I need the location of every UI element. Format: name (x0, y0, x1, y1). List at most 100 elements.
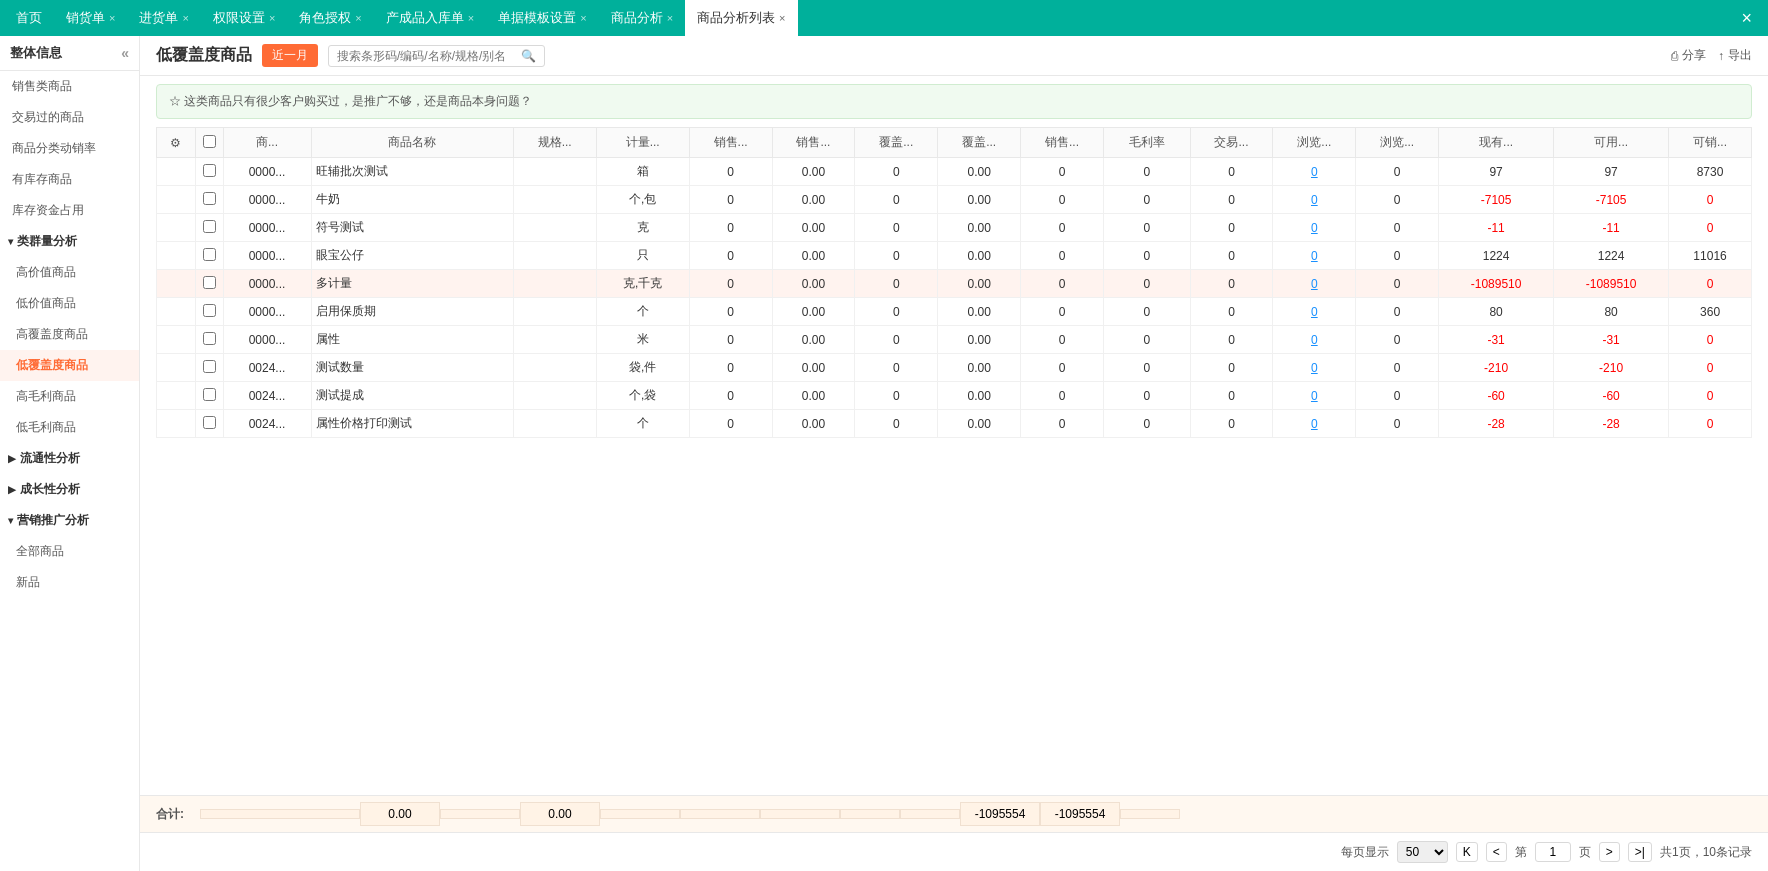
search-icon[interactable]: 🔍 (521, 49, 536, 63)
close-icon[interactable]: × (779, 12, 785, 24)
column-cover1[interactable]: 覆盖... (855, 128, 938, 158)
row-checkbox[interactable] (195, 326, 223, 354)
column-current-stock[interactable]: 现有... (1439, 128, 1554, 158)
column-sales-amt[interactable]: 销售... (772, 128, 855, 158)
column-code[interactable]: 商... (223, 128, 311, 158)
row-browse1[interactable]: 0 (1273, 158, 1356, 186)
first-page-button[interactable]: K (1456, 842, 1478, 862)
select-all-checkbox[interactable] (203, 135, 216, 148)
close-icon[interactable]: × (580, 12, 586, 24)
close-icon[interactable]: × (269, 12, 275, 24)
sidebar-item-high-value[interactable]: 高价值商品 (0, 257, 139, 288)
sidebar-collapse-button[interactable]: « (121, 45, 129, 61)
row-checkbox[interactable] (195, 270, 223, 298)
search-input[interactable] (337, 49, 517, 63)
export-button[interactable]: ↑ 导出 (1718, 47, 1752, 64)
sidebar-group-growth[interactable]: ▶ 成长性分析 (0, 474, 139, 505)
sidebar-item-in-stock-goods[interactable]: 有库存商品 (0, 164, 139, 195)
row-browse1[interactable]: 0 (1273, 298, 1356, 326)
row-browse1[interactable]: 0 (1273, 354, 1356, 382)
sidebar-item-high-margin[interactable]: 高毛利商品 (0, 381, 139, 412)
sidebar-item-new-goods[interactable]: 新品 (0, 567, 139, 598)
window-close-button[interactable]: × (1729, 8, 1764, 29)
page-number-input[interactable] (1535, 842, 1571, 862)
time-filter-button[interactable]: 近一月 (262, 44, 318, 67)
share-button[interactable]: ⎙ 分享 (1671, 47, 1706, 64)
nav-tab-role[interactable]: 角色授权 × (287, 0, 373, 36)
column-browse1[interactable]: 浏览... (1273, 128, 1356, 158)
row-checkbox[interactable] (195, 158, 223, 186)
sidebar-item-high-coverage[interactable]: 高覆盖度商品 (0, 319, 139, 350)
column-settings-icon[interactable]: ⚙ (157, 128, 196, 158)
column-available[interactable]: 可用... (1554, 128, 1669, 158)
close-icon[interactable]: × (109, 12, 115, 24)
nav-tab-sales[interactable]: 销货单 × (54, 0, 127, 36)
page-size-select[interactable]: 50 20 100 200 (1397, 841, 1448, 863)
sidebar-item-stock-capital[interactable]: 库存资金占用 (0, 195, 139, 226)
row-browse1[interactable]: 0 (1273, 382, 1356, 410)
row-browse1[interactable]: 0 (1273, 410, 1356, 438)
prev-page-button[interactable]: < (1486, 842, 1507, 862)
column-sales-qty[interactable]: 销售... (689, 128, 772, 158)
row-sellable: 0 (1669, 382, 1752, 410)
row-checkbox[interactable] (195, 382, 223, 410)
row-margin: 0 (1103, 270, 1190, 298)
table-row: 0000... 启用保质期 个 0 0.00 0 0.00 0 0 0 0 0 … (157, 298, 1752, 326)
sidebar-item-low-value[interactable]: 低价值商品 (0, 288, 139, 319)
footer-totals: 合计: 0.00 0.00 -1095554 -1095554 (140, 795, 1768, 832)
row-browse2: 0 (1356, 270, 1439, 298)
nav-tab-permission[interactable]: 权限设置 × (201, 0, 287, 36)
column-spec[interactable]: 规格... (513, 128, 596, 158)
column-unit[interactable]: 计量... (596, 128, 689, 158)
row-browse1[interactable]: 0 (1273, 326, 1356, 354)
close-icon[interactable]: × (468, 12, 474, 24)
row-cover1: 0 (855, 326, 938, 354)
row-checkbox[interactable] (195, 354, 223, 382)
sidebar-group-cluster[interactable]: ▾ 类群量分析 (0, 226, 139, 257)
nav-tab-home[interactable]: 首页 (4, 0, 54, 36)
row-browse1[interactable]: 0 (1273, 186, 1356, 214)
row-checkbox[interactable] (195, 298, 223, 326)
sidebar-item-low-coverage[interactable]: 低覆盖度商品 (0, 350, 139, 381)
column-sellable[interactable]: 可销... (1669, 128, 1752, 158)
last-page-button[interactable]: >| (1628, 842, 1652, 862)
column-trade[interactable]: 交易... (1190, 128, 1273, 158)
row-trade: 0 (1190, 298, 1273, 326)
nav-tab-product-inbound[interactable]: 产成品入库单 × (374, 0, 486, 36)
row-browse1[interactable]: 0 (1273, 214, 1356, 242)
sidebar-item-category-rate[interactable]: 商品分类动销率 (0, 133, 139, 164)
sidebar-group-flow[interactable]: ▶ 流通性分析 (0, 443, 139, 474)
nav-tab-purchase[interactable]: 进货单 × (127, 0, 200, 36)
row-sales-amt: 0.00 (772, 326, 855, 354)
row-cover2: 0.00 (938, 354, 1021, 382)
column-margin[interactable]: 毛利率 (1103, 128, 1190, 158)
column-cover2[interactable]: 覆盖... (938, 128, 1021, 158)
row-cover1: 0 (855, 158, 938, 186)
close-icon[interactable]: × (182, 12, 188, 24)
row-browse1[interactable]: 0 (1273, 242, 1356, 270)
nav-tab-template[interactable]: 单据模板设置 × (486, 0, 598, 36)
row-code: 0000... (223, 326, 311, 354)
sidebar-item-traded-goods[interactable]: 交易过的商品 (0, 102, 139, 133)
sidebar-item-all-goods[interactable]: 全部商品 (0, 536, 139, 567)
row-checkbox[interactable] (195, 214, 223, 242)
column-name[interactable]: 商品名称 (311, 128, 513, 158)
row-margin: 0 (1103, 298, 1190, 326)
nav-tab-product-analysis-list[interactable]: 商品分析列表 × (685, 0, 797, 36)
row-checkbox[interactable] (195, 410, 223, 438)
row-settings (157, 186, 196, 214)
nav-tab-product-analysis[interactable]: 商品分析 × (599, 0, 685, 36)
column-sales3[interactable]: 销售... (1021, 128, 1104, 158)
close-icon[interactable]: × (355, 12, 361, 24)
sidebar-item-low-margin[interactable]: 低毛利商品 (0, 412, 139, 443)
row-unit: 个,袋 (596, 382, 689, 410)
row-checkbox[interactable] (195, 242, 223, 270)
row-browse1[interactable]: 0 (1273, 270, 1356, 298)
sidebar-item-sales-goods[interactable]: 销售类商品 (0, 71, 139, 102)
row-checkbox[interactable] (195, 186, 223, 214)
next-page-button[interactable]: > (1599, 842, 1620, 862)
row-available: -11 (1554, 214, 1669, 242)
column-browse2[interactable]: 浏览... (1356, 128, 1439, 158)
close-icon[interactable]: × (667, 12, 673, 24)
sidebar-group-marketing[interactable]: ▾ 营销推广分析 (0, 505, 139, 536)
